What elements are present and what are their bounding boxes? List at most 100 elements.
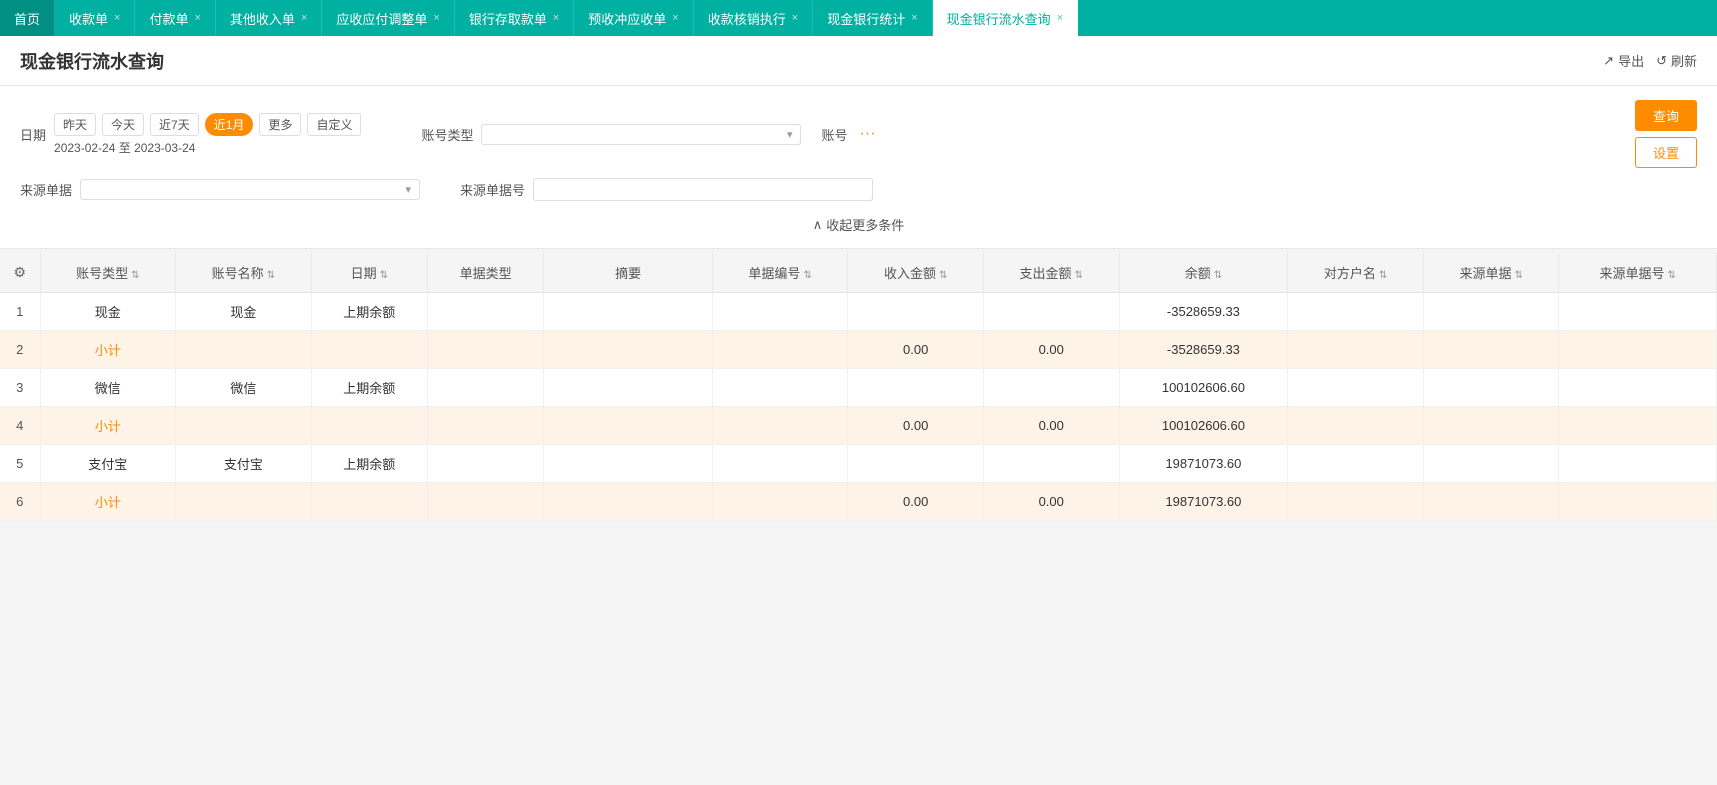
table-row: 3微信微信上期余额100102606.60 [0, 369, 1717, 407]
nav-tab-cashflow[interactable]: 现金银行流水查询 × [933, 0, 1078, 36]
stats-tab-label: 现金银行统计 [827, 9, 905, 28]
data-table: ⚙ 账号类型⇅ 账号名称⇅ 日期⇅ 单据类型 摘要 单据编号⇅ 收入金额⇅ [0, 253, 1717, 521]
verify-tab-label: 收款核销执行 [708, 9, 786, 28]
th-expense[interactable]: 支出金额⇅ [983, 253, 1119, 293]
refresh-button[interactable]: ↺ 刷新 [1656, 51, 1697, 70]
th-gear[interactable]: ⚙ [0, 253, 40, 293]
sort-icon: ⇅ [939, 270, 947, 281]
export-label: 导出 [1618, 51, 1644, 70]
nav-tab-bank-deposit[interactable]: 银行存取款单 × [455, 0, 574, 36]
close-icon[interactable]: × [1057, 12, 1063, 24]
nav-tab-home[interactable]: 首页 [0, 0, 55, 36]
th-counterpart[interactable]: 对方户名⇅ [1288, 253, 1424, 293]
nav-tab-receipt[interactable]: 收款单 × [55, 0, 135, 36]
sort-icon: ⇅ [131, 270, 139, 281]
nav-tab-verify[interactable]: 收款核销执行 × [694, 0, 813, 36]
source-doc-filter: 来源单据 ▾ [20, 179, 420, 200]
table-header-row: ⚙ 账号类型⇅ 账号名称⇅ 日期⇅ 单据类型 摘要 单据编号⇅ 收入金额⇅ [0, 253, 1717, 293]
th-summary: 摘要 [544, 253, 713, 293]
sort-icon: ⇅ [803, 270, 811, 281]
query-button[interactable]: 查询 [1635, 100, 1697, 131]
payment-tab-label: 付款单 [149, 9, 188, 28]
close-icon[interactable]: × [301, 12, 307, 24]
sort-icon: ⇅ [267, 270, 275, 281]
account-type-filter: 账号类型 ▾ [421, 124, 801, 145]
date-btn-more[interactable]: 更多 [259, 113, 301, 136]
chevron-down-icon: ▾ [405, 183, 411, 196]
refresh-label: 刷新 [1671, 51, 1697, 70]
filter-row-1: 日期 昨天 今天 近7天 近1月 更多 自定义 2023-02-24 至 202… [20, 100, 1697, 168]
date-filter: 日期 昨天 今天 近7天 近1月 更多 自定义 2023-02-24 至 202… [20, 113, 361, 156]
table-row: 1现金现金上期余额-3528659.33 [0, 293, 1717, 331]
table-row: 4小计0.000.00100102606.60 [0, 407, 1717, 445]
nav-tab-prepay[interactable]: 预收冲应收单 × [574, 0, 693, 36]
th-date[interactable]: 日期⇅ [311, 253, 427, 293]
page-title: 现金银行流水查询 [20, 48, 164, 74]
th-source-doc[interactable]: 来源单据⇅ [1423, 253, 1559, 293]
export-button[interactable]: ↗ 导出 [1603, 51, 1644, 70]
action-buttons: 查询 设置 [1635, 100, 1697, 168]
collapse-row: ∧ 收起更多条件 [20, 211, 1697, 238]
filter-row-2: 来源单据 ▾ 来源单据号 [20, 178, 1697, 201]
close-icon[interactable]: × [911, 12, 917, 24]
close-icon[interactable]: × [194, 12, 200, 24]
close-icon[interactable]: × [433, 12, 439, 24]
close-icon[interactable]: × [114, 12, 120, 24]
th-balance[interactable]: 余额⇅ [1119, 253, 1288, 293]
sort-icon: ⇅ [380, 270, 388, 281]
source-doc-no-filter: 来源单据号 [460, 178, 873, 201]
th-doc-type: 单据类型 [427, 253, 543, 293]
close-icon[interactable]: × [553, 12, 559, 24]
date-col: 昨天 今天 近7天 近1月 更多 自定义 2023-02-24 至 2023-0… [54, 113, 361, 156]
date-label: 日期 [20, 125, 46, 144]
close-icon[interactable]: × [672, 12, 678, 24]
th-doc-no[interactable]: 单据编号⇅ [712, 253, 848, 293]
nav-tab-payment[interactable]: 付款单 × [135, 0, 215, 36]
date-btn-today[interactable]: 今天 [102, 113, 144, 136]
close-icon[interactable]: × [792, 12, 798, 24]
th-source-doc-no[interactable]: 来源单据号⇅ [1559, 253, 1717, 293]
refresh-icon: ↺ [1656, 53, 1667, 69]
account-more-button[interactable]: ··· [855, 125, 879, 143]
settings-button[interactable]: 设置 [1635, 137, 1697, 168]
source-doc-select[interactable]: ▾ [80, 179, 420, 200]
export-icon: ↗ [1603, 53, 1614, 69]
header-actions: ↗ 导出 ↺ 刷新 [1603, 51, 1697, 70]
account-filter: 账号 ··· [821, 125, 879, 144]
source-doc-no-input[interactable] [533, 178, 873, 201]
chevron-down-icon: ▾ [787, 128, 793, 141]
th-account-type[interactable]: 账号类型⇅ [40, 253, 176, 293]
nav-tab-stats[interactable]: 现金银行统计 × [813, 0, 932, 36]
collapse-label: 收起更多条件 [826, 215, 904, 234]
table-row: 2小计0.000.00-3528659.33 [0, 331, 1717, 369]
account-label: 账号 [821, 125, 847, 144]
nav-tab-adjustment[interactable]: 应收应付调整单 × [322, 0, 454, 36]
bank-deposit-tab-label: 银行存取款单 [469, 9, 547, 28]
date-btn-7days[interactable]: 近7天 [150, 113, 199, 136]
account-type-label: 账号类型 [421, 125, 473, 144]
page-header: 现金银行流水查询 ↗ 导出 ↺ 刷新 [0, 36, 1717, 86]
date-range-display: 2023-02-24 至 2023-03-24 [54, 139, 361, 156]
receipt-tab-label: 收款单 [69, 9, 108, 28]
source-doc-label: 来源单据 [20, 180, 72, 199]
th-account-name[interactable]: 账号名称⇅ [176, 253, 312, 293]
table-row: 6小计0.000.0019871073.60 [0, 483, 1717, 521]
date-btn-yesterday[interactable]: 昨天 [54, 113, 96, 136]
date-btn-custom[interactable]: 自定义 [307, 113, 361, 136]
table-body: 1现金现金上期余额-3528659.332小计0.000.00-3528659.… [0, 293, 1717, 521]
settings-icon: ⚙ [13, 264, 26, 280]
date-btn-1month[interactable]: 近1月 [205, 113, 254, 136]
table-row: 5支付宝支付宝上期余额19871073.60 [0, 445, 1717, 483]
cashflow-tab-label: 现金银行流水查询 [947, 9, 1051, 28]
nav-tab-other-income[interactable]: 其他收入单 × [216, 0, 322, 36]
adjustment-tab-label: 应收应付调整单 [336, 9, 427, 28]
account-type-select[interactable]: ▾ [481, 124, 801, 145]
other-income-tab-label: 其他收入单 [230, 9, 295, 28]
date-options: 昨天 今天 近7天 近1月 更多 自定义 [54, 113, 361, 136]
top-nav: 首页 收款单 × 付款单 × 其他收入单 × 应收应付调整单 × 银行存取款单 … [0, 0, 1717, 36]
collapse-button[interactable]: ∧ 收起更多条件 [813, 215, 905, 234]
sort-icon: ⇅ [1379, 270, 1387, 281]
sort-icon: ⇅ [1668, 270, 1676, 281]
th-income[interactable]: 收入金额⇅ [848, 253, 984, 293]
source-doc-no-label: 来源单据号 [460, 180, 525, 199]
